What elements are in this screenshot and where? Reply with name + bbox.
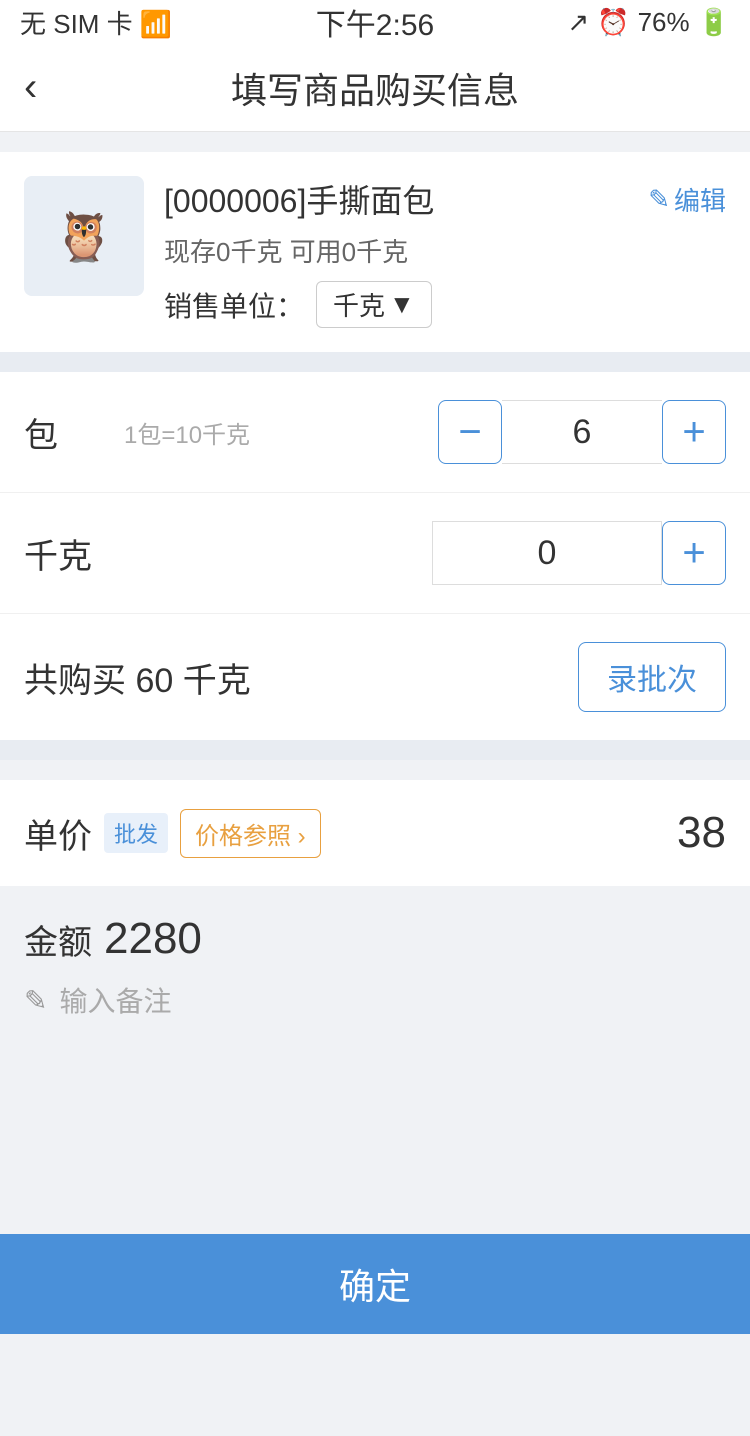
bao-minus-button[interactable]: − — [438, 400, 502, 464]
edit-button[interactable]: ✎ 编辑 — [648, 181, 726, 218]
status-bar-right: ↗ ⏰ 76% 🔋 — [567, 7, 730, 38]
bao-qty-control: − + — [438, 400, 726, 464]
page-title: 填写商品购买信息 — [231, 62, 519, 114]
unit-label: 销售单位： — [164, 285, 304, 325]
kg-qty-group: + — [432, 521, 726, 585]
price-section: 单价 批发 价格参照 › 38 — [0, 780, 750, 886]
price-ref-button[interactable]: 价格参照 › — [180, 809, 321, 858]
status-bar-time: 下午2:56 — [316, 0, 434, 44]
product-card: 🦉 [0000006]手撕面包 ✎ 编辑 现存0千克 可用0千克 销售单位： 千… — [0, 152, 750, 352]
product-logo: 🦉 — [54, 208, 114, 265]
kg-qty-input[interactable] — [432, 521, 662, 585]
bao-plus-button[interactable]: + — [662, 400, 726, 464]
status-bar: 无 SIM 卡 📶 下午2:56 ↗ ⏰ 76% 🔋 — [0, 0, 750, 44]
product-name: [0000006]手撕面包 — [164, 176, 434, 222]
unit-value: 千克 — [333, 286, 385, 323]
location-icon: ↗ — [567, 7, 589, 38]
batch-button[interactable]: 录批次 — [578, 642, 726, 712]
battery-icon: 🔋 — [698, 7, 730, 38]
product-stock: 现存0千克 可用0千克 — [164, 232, 726, 269]
remark-icon: ✎ — [24, 984, 47, 1017]
bao-hint: 1包=10千克 — [124, 415, 418, 450]
remark-row[interactable]: ✎ 输入备注 — [24, 980, 726, 1020]
product-image: 🦉 — [24, 176, 144, 296]
battery-text: 76% — [638, 7, 690, 38]
price-label: 单价 — [24, 809, 92, 858]
product-info: [0000006]手撕面包 ✎ 编辑 现存0千克 可用0千克 销售单位： 千克 … — [164, 176, 726, 328]
remark-input[interactable]: 输入备注 — [59, 980, 171, 1020]
price-row: 单价 批发 价格参照 › 38 — [24, 808, 726, 858]
price-value: 38 — [677, 808, 726, 858]
product-name-row: [0000006]手撕面包 ✎ 编辑 — [164, 176, 726, 222]
kg-row: 千克 + — [0, 493, 750, 614]
amount-row: 金额 2280 — [24, 914, 726, 964]
amount-section: 金额 2280 ✎ 输入备注 — [0, 886, 750, 1036]
input-section: 包 1包=10千克 − + 千克 + — [0, 372, 750, 614]
back-button[interactable]: ‹ — [24, 65, 37, 110]
status-bar-left: 无 SIM 卡 📶 — [20, 4, 172, 41]
edit-icon: ✎ — [648, 184, 670, 215]
divider-1 — [0, 352, 750, 372]
product-unit-row: 销售单位： 千克 ▼ — [164, 281, 726, 328]
batch-tag: 批发 — [104, 813, 168, 853]
kg-label: 千克 — [24, 529, 104, 578]
alarm-icon: ⏰ — [597, 7, 629, 38]
amount-value: 2280 — [104, 914, 202, 964]
unit-select[interactable]: 千克 ▼ — [316, 281, 432, 328]
price-label-group: 单价 批发 价格参照 › — [24, 809, 321, 858]
confirm-button-label: 确定 — [339, 1258, 411, 1310]
sim-text: 无 SIM 卡 📶 — [20, 4, 172, 41]
bao-qty-input[interactable] — [502, 400, 662, 464]
total-row: 共购买 60 千克 录批次 — [0, 614, 750, 740]
kg-plus-button[interactable]: + — [662, 521, 726, 585]
edit-label: 编辑 — [674, 181, 726, 218]
dropdown-icon: ▼ — [389, 289, 415, 320]
divider-2 — [0, 740, 750, 760]
confirm-bar[interactable]: 确定 — [0, 1234, 750, 1334]
bao-row: 包 1包=10千克 − + — [0, 372, 750, 493]
nav-bar: ‹ 填写商品购买信息 — [0, 44, 750, 132]
bao-label: 包 — [24, 408, 104, 457]
amount-label: 金额 — [24, 915, 92, 964]
total-text: 共购买 60 千克 — [24, 653, 251, 702]
